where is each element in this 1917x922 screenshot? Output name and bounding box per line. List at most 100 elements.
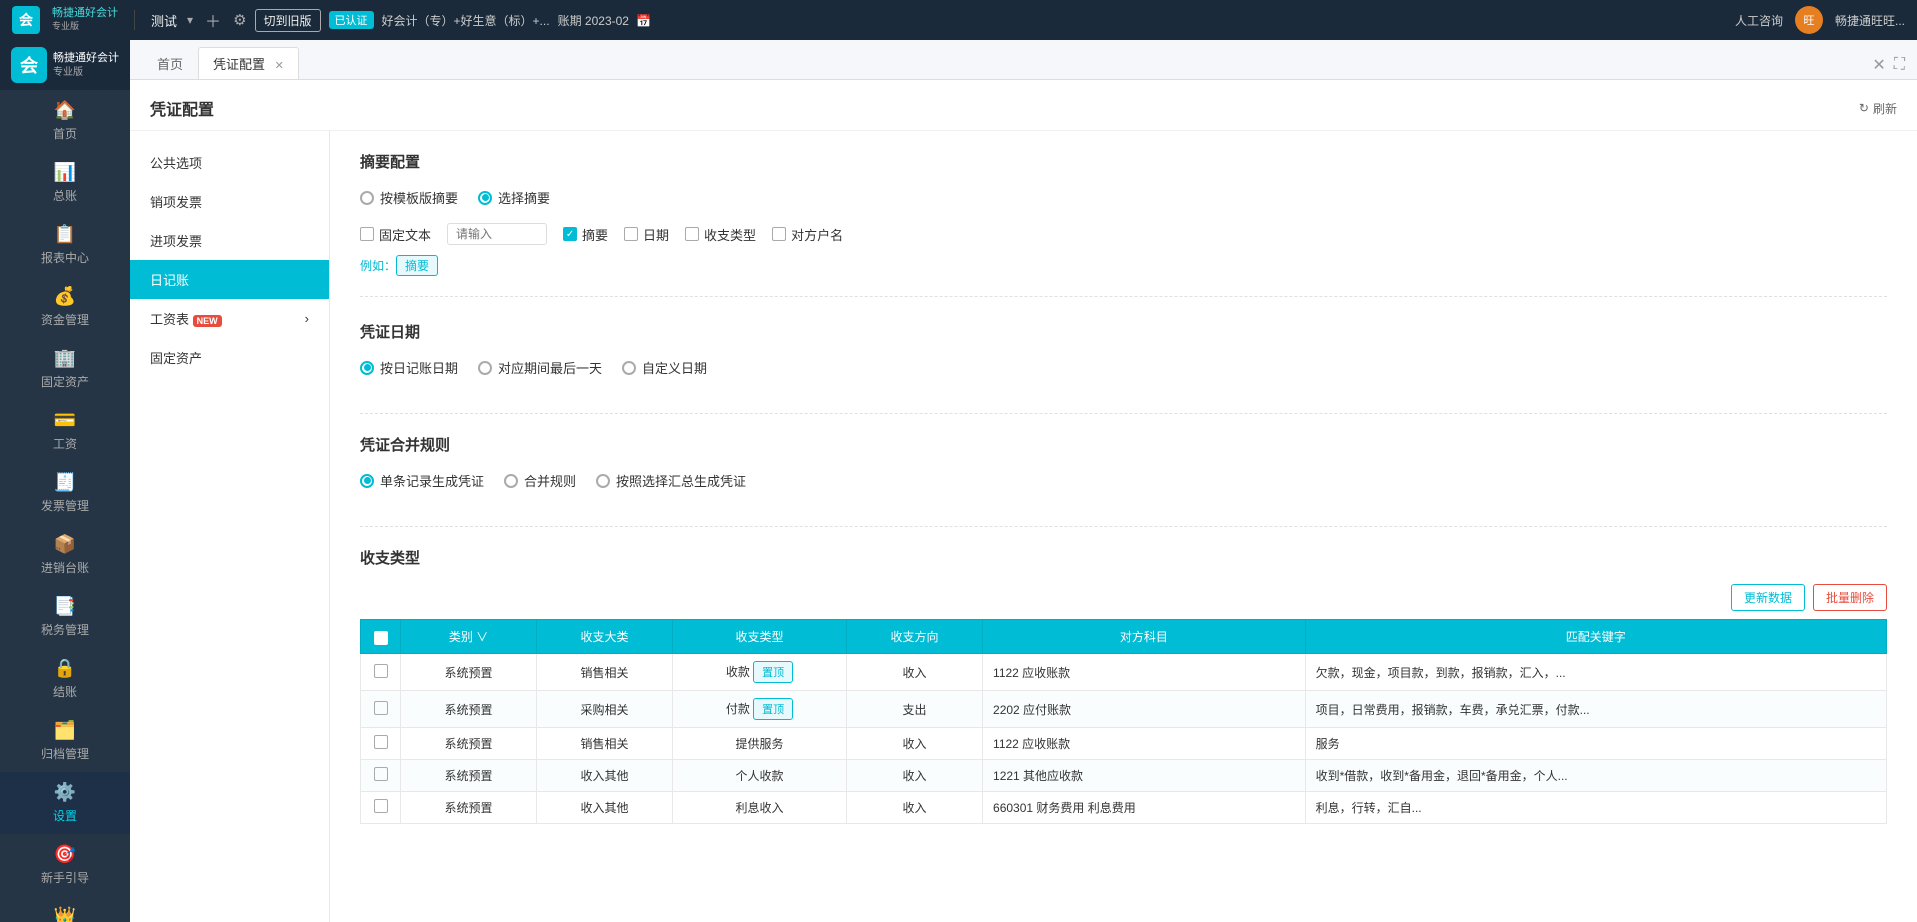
switch-old-btn[interactable]: 切到旧版 [255,9,321,32]
left-panel: 公共选项 销项发票 进项发票 日记账 工资表 NEW › 固定资产 [130,131,330,922]
top-bar-right: 人工咨询 旺 畅捷通旺旺... [1735,6,1905,34]
row-check-3[interactable] [374,767,388,781]
refresh-icon: ↻ [1859,101,1869,115]
sidebar-item-close[interactable]: 🔒结账 [0,648,130,710]
radio-last-circle [478,361,492,375]
summary-box: ✓ [563,227,577,241]
row-direction-0: 收入 [847,654,983,691]
sidebar-item-ledger[interactable]: 📊总账 [0,152,130,214]
th-type: 收支类型 [672,620,846,654]
sidebar-item-home[interactable]: 🏠首页 [0,90,130,152]
sidebar-item-archive[interactable]: 🗂️归档管理 [0,710,130,772]
header-checkbox[interactable]: ✓ [374,631,388,645]
reset-btn-0[interactable]: 置顶 [753,661,793,683]
summary-checkbox-row: 固定文本 ✓ 摘要 日期 [360,223,1887,245]
row-check-0[interactable] [374,664,388,678]
chevron-down-icon[interactable]: ▾ [187,13,193,27]
date-box [624,227,638,241]
row-check-4[interactable] [374,799,388,813]
user-avatar[interactable]: 旺 [1795,6,1823,34]
sidebar-item-fund[interactable]: 💰资金管理 [0,276,130,338]
date-radio-journal[interactable]: 按日记账日期 [360,358,458,377]
row-account-3: 1221 其他应收款 [983,760,1306,792]
row-checkbox-3[interactable] [361,760,401,792]
page-title: 凭证配置 [150,96,214,120]
row-check-2[interactable] [374,735,388,749]
merge-radio-summary[interactable]: 按照选择汇总生成凭证 [596,471,746,490]
th-big-type: 收支大类 [536,620,672,654]
left-panel-item-public[interactable]: 公共选项 [130,143,329,182]
test-label: 测试 [151,11,177,30]
fixed-text-box [360,227,374,241]
date-radio-custom[interactable]: 自定义日期 [622,358,707,377]
th-checkbox[interactable]: ✓ [361,620,401,654]
fixed-text-checkbox[interactable]: 固定文本 [360,225,431,244]
sidebar-item-report[interactable]: 📋报表中心 [0,214,130,276]
close-icon: 🔒 [54,658,76,679]
left-panel-item-journal[interactable]: 日记账 [130,260,329,299]
page-content: 凭证配置 ↻ 刷新 公共选项 销项发票 进项发票 日记账 工资表 NEW › [130,80,1917,922]
update-data-btn[interactable]: 更新数据 [1731,584,1805,611]
left-panel-item-fixed-asset[interactable]: 固定资产 [130,338,329,377]
sidebar-item-purchase[interactable]: 📦进销台账 [0,524,130,586]
fixed-text-input[interactable] [447,223,547,245]
consult-label[interactable]: 人工咨询 [1735,12,1783,29]
sidebar-item-settings[interactable]: ⚙️设置 [0,772,130,834]
sidebar-item-member[interactable]: 👑畅会员 [0,896,130,922]
row-check-1[interactable] [374,701,388,715]
summary-radio-template[interactable]: 按模板版摘要 [360,188,458,207]
row-keywords-0: 欠款，现金，项目款，到款，报销款，汇入，... [1305,654,1886,691]
row-big-type-3: 收入其他 [536,760,672,792]
row-category-3: 系统预置 [401,760,537,792]
row-direction-2: 收入 [847,728,983,760]
left-panel-item-purchase-invoice[interactable]: 进项发票 [130,221,329,260]
row-big-type-0: 销售相关 [536,654,672,691]
refresh-btn[interactable]: ↻ 刷新 [1859,100,1897,117]
counterpart-checkbox[interactable]: 对方户名 [772,225,843,244]
voucher-merge-title: 凭证合并规则 [360,434,1887,455]
top-bar: 会 畅捷通好会计 专业版 测试 ▾ ＋ ⚙ 切到旧版 已认证 好会计（专）+好生… [0,0,1917,40]
date-checkbox[interactable]: 日期 [624,225,669,244]
sidebar-item-tax[interactable]: 📑税务管理 [0,586,130,648]
sidebar-item-salary[interactable]: 💳工资 [0,400,130,462]
sidebar-item-guide[interactable]: 🎯新手引导 [0,834,130,896]
archive-icon: 🗂️ [54,720,76,741]
home-icon: 🏠 [54,100,76,121]
gear-icon[interactable]: ⚙ [233,11,246,29]
summary-checkbox[interactable]: ✓ 摘要 [563,225,608,244]
reset-btn-1[interactable]: 置顶 [753,698,793,720]
plus-icon[interactable]: ＋ [205,8,221,32]
radio-journal-circle [360,361,374,375]
left-panel-item-salary[interactable]: 工资表 NEW › [130,299,329,338]
asset-icon: 🏢 [54,348,76,369]
row-checkbox-1[interactable] [361,691,401,728]
sidebar-label-tax: 税务管理 [41,621,89,638]
page-header: 凭证配置 ↻ 刷新 [130,80,1917,131]
th-category: 类别 ∨ [401,620,537,654]
row-checkbox-4[interactable] [361,792,401,824]
row-big-type-2: 销售相关 [536,728,672,760]
table-toolbar: 更新数据 批量删除 [360,584,1887,611]
row-type-1: 付款 置顶 [672,691,846,728]
merge-radio-rule[interactable]: 合并规则 [504,471,576,490]
tab-home[interactable]: 首页 [142,47,198,79]
sidebar-item-asset[interactable]: 🏢固定资产 [0,338,130,400]
close-window-icon[interactable]: ✕ [1872,55,1885,75]
row-keywords-2: 服务 [1305,728,1886,760]
batch-delete-btn[interactable]: 批量删除 [1813,584,1887,611]
tab-voucher-config[interactable]: 凭证配置 ✕ [198,47,299,79]
row-checkbox-0[interactable] [361,654,401,691]
income-type-box [685,227,699,241]
income-expense-table: ✓ 类别 ∨ 收支大类 收支类型 收支方向 对方科目 匹配关键字 [360,619,1887,824]
summary-radio-select[interactable]: 选择摘要 [478,188,550,207]
income-type-checkbox[interactable]: 收支类型 [685,225,756,244]
expand-icon[interactable]: ⛶ [1894,56,1905,74]
sidebar-item-invoice_mgr[interactable]: 🧾发票管理 [0,462,130,524]
left-panel-item-sales-invoice[interactable]: 销项发票 [130,182,329,221]
tab-close-icon[interactable]: ✕ [275,60,284,72]
ledger-icon: 📊 [54,162,76,183]
row-checkbox-2[interactable] [361,728,401,760]
date-radio-last[interactable]: 对应期间最后一天 [478,358,602,377]
merge-radio-single[interactable]: 单条记录生成凭证 [360,471,484,490]
row-category-0: 系统预置 [401,654,537,691]
